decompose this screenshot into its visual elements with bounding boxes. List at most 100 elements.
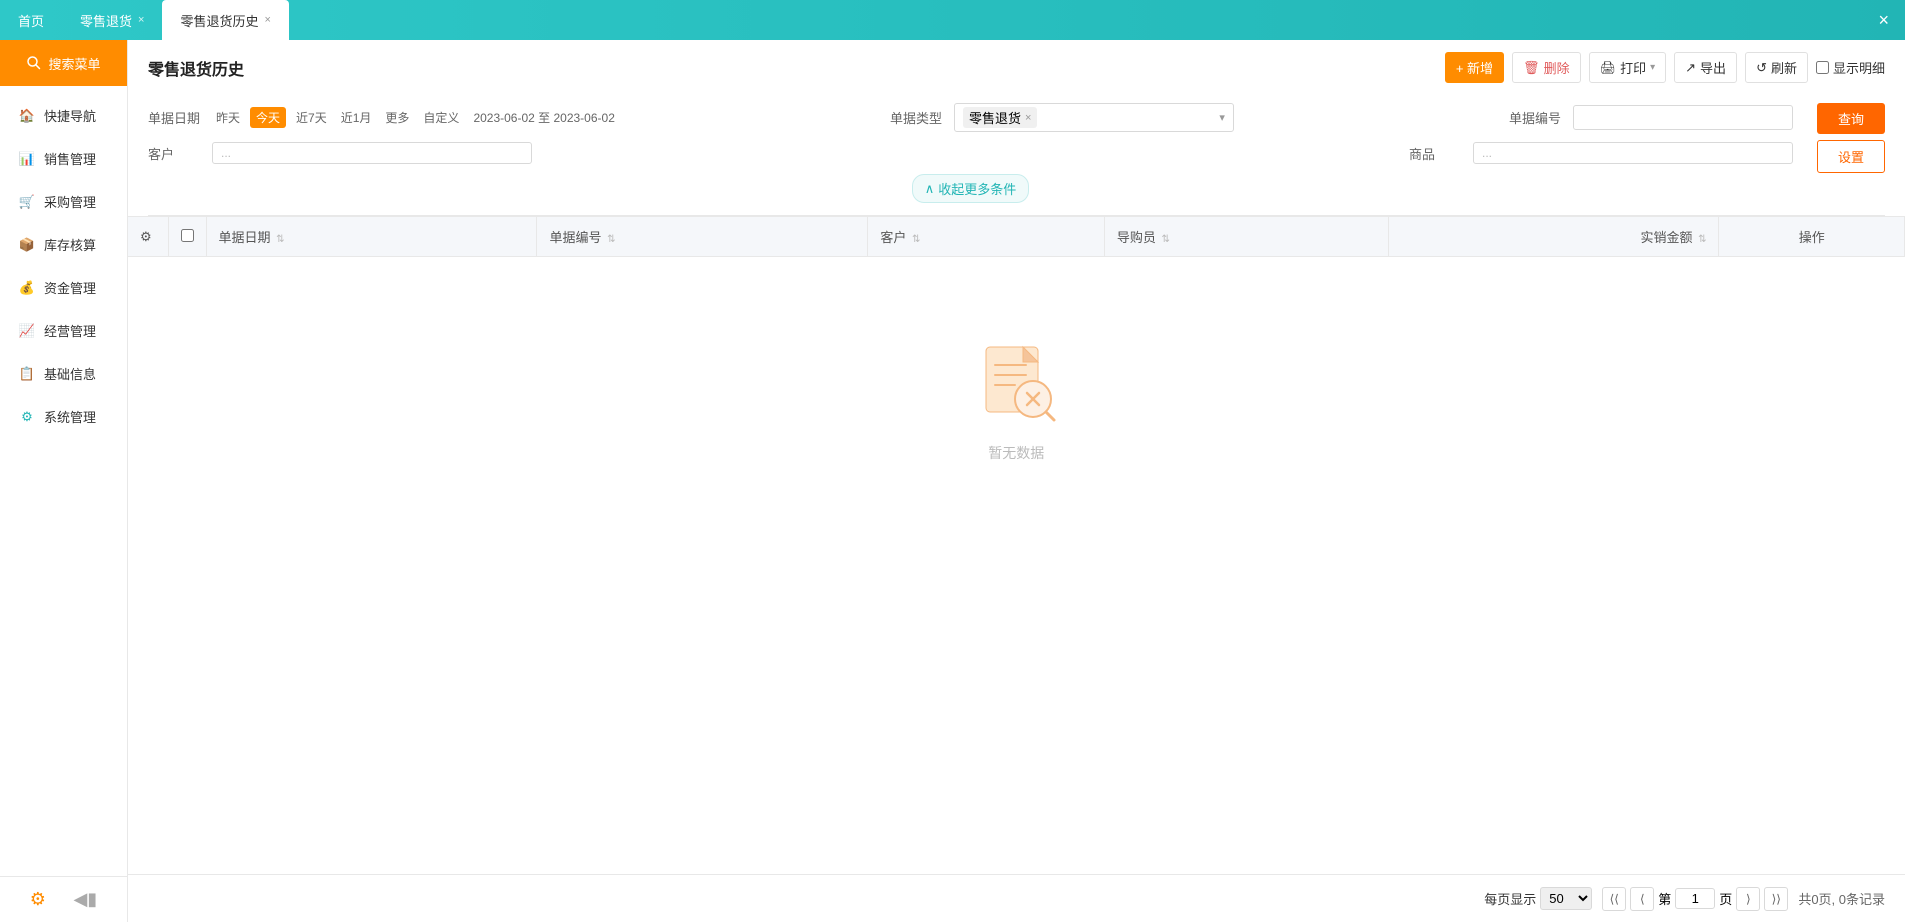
base-nav-icon: 📋: [18, 365, 36, 383]
page-title: 零售退货历史: [148, 56, 244, 80]
top-bar: 首页零售退货× 零售退货历史 × ×: [0, 0, 1905, 40]
sidebar-item-label-quick-nav: 快捷导航: [44, 106, 96, 125]
filter-row-2: 客户 ... 商品 ...: [148, 142, 1793, 164]
number-filter-label: 单据编号: [1509, 108, 1565, 127]
top-filter-wrapper: 单据日期 昨天 今天 近7天 近1月 更多 自定义 2023-06-02 至 2…: [148, 93, 1885, 215]
delete-button[interactable]: 🗑 删除: [1512, 52, 1581, 83]
display-detail-checkbox-label[interactable]: 显示明细: [1816, 58, 1885, 77]
first-page-button[interactable]: ⟨⟨: [1602, 887, 1626, 911]
number-filter-input[interactable]: [1573, 105, 1793, 130]
sidebar-search-button[interactable]: 搜索菜单: [0, 40, 127, 86]
customer-placeholder: ...: [221, 146, 231, 160]
number-sort-icon: ⇅: [607, 234, 615, 245]
page-number-input[interactable]: [1675, 888, 1715, 909]
sidebar-item-label-operations: 经营管理: [44, 321, 96, 340]
th-guide[interactable]: 导购员 ⇅: [1104, 217, 1388, 257]
system-nav-icon: ⚙: [18, 408, 36, 426]
type-tag: 零售退货 ×: [963, 107, 1037, 128]
date-opt-1month[interactable]: 近1月: [337, 108, 376, 127]
date-opt-7days[interactable]: 近7天: [292, 108, 331, 127]
volume-icon[interactable]: ◀▮: [73, 889, 97, 910]
sidebar-item-label-base-info: 基础信息: [44, 364, 96, 383]
th-date[interactable]: 单据日期 ⇅: [206, 217, 537, 257]
th-amount[interactable]: 实销金额 ⇅: [1388, 217, 1719, 257]
tab-retail-return-history[interactable]: 零售退货历史 ×: [162, 0, 288, 40]
table-header: ⚙ 单据日期 ⇅ 单据编号 ⇅: [128, 217, 1905, 257]
per-page-dropdown[interactable]: 10 20 50 100: [1540, 887, 1592, 910]
type-filter-label: 单据类型: [890, 108, 946, 127]
th-settings[interactable]: ⚙: [128, 217, 168, 257]
date-opt-more[interactable]: 更多: [381, 108, 413, 127]
sidebar-item-finance[interactable]: 💰 资金管理: [0, 266, 127, 309]
type-tag-close[interactable]: ×: [1025, 112, 1031, 124]
next-page-button[interactable]: ⟩: [1736, 887, 1760, 911]
sidebar-item-base-info[interactable]: 📋 基础信息: [0, 352, 127, 395]
per-page-label: 每页显示: [1484, 889, 1536, 908]
last-page-button[interactable]: ⟩⟩: [1764, 887, 1788, 911]
customer-filter-label: 客户: [148, 144, 204, 163]
pagination-bar: 每页显示 10 20 50 100 ⟨⟨ ⟨ 第 页 ⟩ ⟩⟩ 共0页, 0条记…: [128, 874, 1905, 922]
table-header-row: ⚙ 单据日期 ⇅ 单据编号 ⇅: [128, 217, 1905, 257]
collapse-row: ∧ 收起更多条件: [148, 174, 1793, 215]
export-button[interactable]: ↗ 导出: [1674, 52, 1737, 83]
home-nav-icon: 🏠: [18, 107, 36, 125]
date-opt-today[interactable]: 今天: [250, 107, 286, 128]
sidebar-item-quick-nav[interactable]: 🏠 快捷导航: [0, 94, 127, 137]
window-close-button[interactable]: ×: [1862, 0, 1905, 40]
sidebar-item-system[interactable]: ⚙ 系统管理: [0, 395, 127, 438]
settings-gear-icon[interactable]: ⚙: [140, 229, 152, 244]
table-body: 暂无数据: [128, 257, 1905, 524]
page-header: 零售退货历史 + 新增 🗑 删除 🖨 打印 ▾ ↗ 导出: [128, 40, 1905, 217]
tab-label-retail-return-history: 零售退货历史: [180, 11, 258, 30]
query-setting-col: 查询 设置: [1805, 93, 1885, 173]
add-button[interactable]: + 新增: [1445, 52, 1504, 83]
print-button[interactable]: 🖨 打印 ▾: [1589, 52, 1667, 83]
type-filter-select[interactable]: 零售退货 × ▾: [954, 103, 1234, 132]
th-check[interactable]: [168, 217, 206, 257]
tab-home[interactable]: 首页: [0, 0, 62, 40]
search-icon: [26, 55, 42, 71]
tab-retail-return[interactable]: 零售退货×: [62, 0, 162, 40]
filter-row-1: 单据日期 昨天 今天 近7天 近1月 更多 自定义 2023-06-02 至 2…: [148, 103, 1793, 132]
sidebar-search-label: 搜索菜单: [48, 54, 100, 73]
tab-list: 首页零售退货× 零售退货历史 ×: [0, 0, 1862, 40]
prev-page-button[interactable]: ⟨: [1630, 887, 1654, 911]
display-detail-checkbox[interactable]: [1816, 61, 1829, 74]
sidebar-item-sales-mgmt[interactable]: 📊 销售管理: [0, 137, 127, 180]
customer-sort-icon: ⇅: [912, 234, 920, 245]
goods-filter-select[interactable]: ...: [1473, 142, 1793, 164]
th-number[interactable]: 单据编号 ⇅: [537, 217, 868, 257]
export-icon: ↗: [1685, 60, 1696, 76]
collapse-button[interactable]: ∧ 收起更多条件: [912, 174, 1030, 203]
goods-placeholder: ...: [1482, 146, 1492, 160]
sidebar-item-operations[interactable]: 📈 经营管理: [0, 309, 127, 352]
sidebar-item-label-purchase-mgmt: 采购管理: [44, 192, 96, 211]
filter-setting-button[interactable]: 设置: [1817, 140, 1885, 173]
settings-icon[interactable]: ⚙: [30, 889, 46, 910]
date-filter-label: 单据日期: [148, 108, 204, 127]
page-nav: ⟨⟨ ⟨ 第 页 ⟩ ⟩⟩: [1602, 887, 1788, 911]
query-button[interactable]: 查询: [1817, 103, 1885, 134]
sidebar-item-purchase-mgmt[interactable]: 🛒 采购管理: [0, 180, 127, 223]
sidebar-item-inventory[interactable]: 📦 库存核算: [0, 223, 127, 266]
total-info: 共0页, 0条记录: [1798, 889, 1885, 908]
filter-section: 单据日期 昨天 今天 近7天 近1月 更多 自定义 2023-06-02 至 2…: [148, 93, 1885, 216]
tab-close-retail-return[interactable]: ×: [138, 14, 144, 26]
customer-filter-select[interactable]: ...: [212, 142, 532, 164]
sidebar-item-label-inventory: 库存核算: [44, 235, 96, 254]
refresh-button[interactable]: ↺ 刷新: [1745, 52, 1808, 83]
table-container: ⚙ 单据日期 ⇅ 单据编号 ⇅: [128, 217, 1905, 874]
filter-fields: 单据日期 昨天 今天 近7天 近1月 更多 自定义 2023-06-02 至 2…: [148, 93, 1793, 215]
empty-cell: 暂无数据: [128, 257, 1905, 524]
page-unit-label: 页: [1719, 889, 1732, 908]
th-action: 操作: [1719, 217, 1905, 257]
th-customer[interactable]: 客户 ⇅: [868, 217, 1104, 257]
purchase-nav-icon: 🛒: [18, 193, 36, 211]
sidebar: 搜索菜单 🏠 快捷导航 📊 销售管理 🛒 采购管理 📦 库存核算 💰 资金管理 …: [0, 40, 128, 922]
select-all-checkbox[interactable]: [181, 229, 194, 242]
page-size-select: 每页显示 10 20 50 100: [1484, 887, 1592, 910]
data-table: ⚙ 单据日期 ⇅ 单据编号 ⇅: [128, 217, 1905, 523]
tab-close-retail-return-history[interactable]: ×: [264, 14, 270, 26]
date-opt-yesterday[interactable]: 昨天: [212, 108, 244, 127]
date-opt-custom[interactable]: 自定义: [419, 108, 463, 127]
